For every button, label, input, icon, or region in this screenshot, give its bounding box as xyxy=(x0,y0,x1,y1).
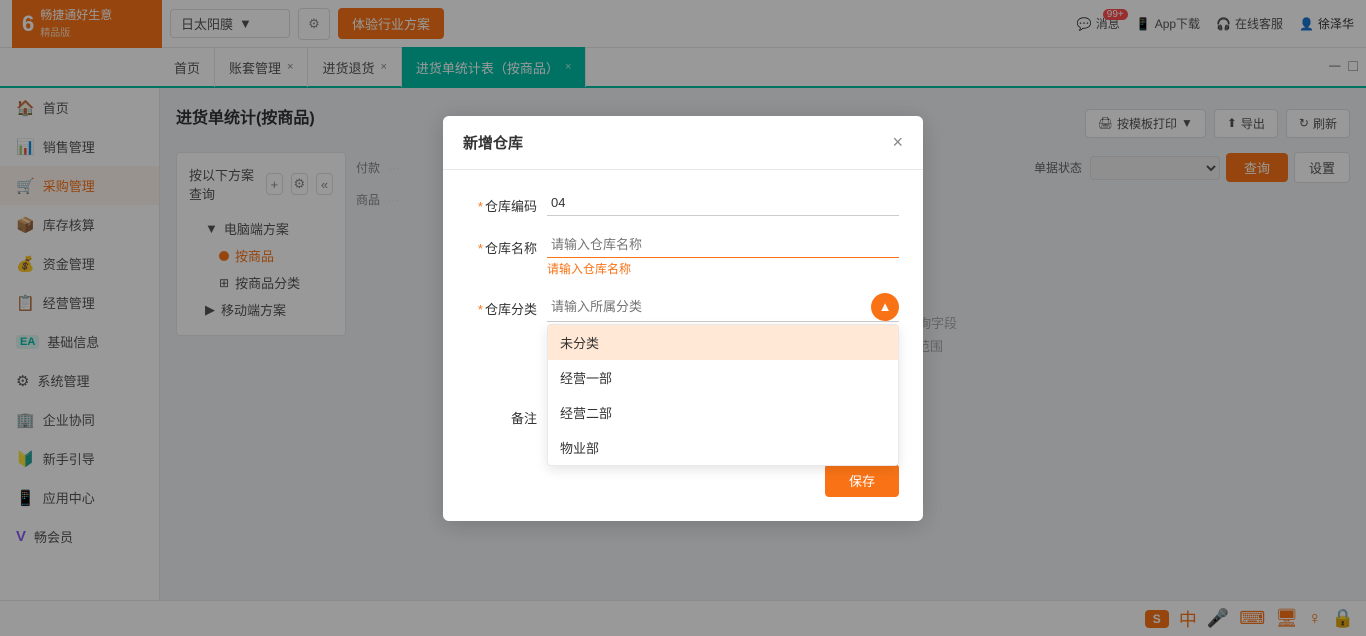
category-input[interactable] xyxy=(547,294,871,319)
category-input-row: ▲ xyxy=(547,293,899,322)
dropdown-item-dept1[interactable]: 经营一部 xyxy=(548,360,898,395)
code-input[interactable] xyxy=(547,190,899,216)
category-dropdown-toggle[interactable]: ▲ xyxy=(871,293,899,321)
modal-close-btn[interactable]: × xyxy=(892,133,903,151)
dropdown-item-property[interactable]: 物业部 xyxy=(548,430,898,465)
form-row-category: 仓库分类 ▲ 未分类 经营一部 经营二部 物业部 xyxy=(467,293,899,322)
modal-title: 新增仓库 xyxy=(463,132,523,153)
modal-new-warehouse: 新增仓库 × 仓库编码 仓库名称 请输入仓库名称 仓库分类 xyxy=(443,116,923,521)
dropdown-item-dept2[interactable]: 经营二部 xyxy=(548,395,898,430)
form-row-name: 仓库名称 请输入仓库名称 xyxy=(467,232,899,277)
name-field-wrap: 请输入仓库名称 xyxy=(547,232,899,277)
dropdown-item-unclassified[interactable]: 未分类 xyxy=(548,325,898,360)
name-error-msg: 请输入仓库名称 xyxy=(547,260,899,277)
modal-footer: 保存 xyxy=(443,464,923,497)
name-label: 仓库名称 xyxy=(467,232,547,257)
modal-header: 新增仓库 × xyxy=(443,116,923,170)
modal-body: 仓库编码 仓库名称 请输入仓库名称 仓库分类 ▲ xyxy=(443,170,923,464)
category-select-wrap: ▲ 未分类 经营一部 经营二部 物业部 xyxy=(547,293,899,322)
modal-overlay: 新增仓库 × 仓库编码 仓库名称 请输入仓库名称 仓库分类 xyxy=(0,0,1366,636)
name-input[interactable] xyxy=(547,232,899,258)
form-row-code: 仓库编码 xyxy=(467,190,899,216)
category-label: 仓库分类 xyxy=(467,293,547,318)
code-label: 仓库编码 xyxy=(467,190,547,215)
category-dropdown: 未分类 经营一部 经营二部 物业部 xyxy=(547,324,899,466)
chevron-up-icon: ▲ xyxy=(879,299,892,314)
save-button[interactable]: 保存 xyxy=(825,464,899,497)
note-label: 备注 xyxy=(467,402,547,427)
